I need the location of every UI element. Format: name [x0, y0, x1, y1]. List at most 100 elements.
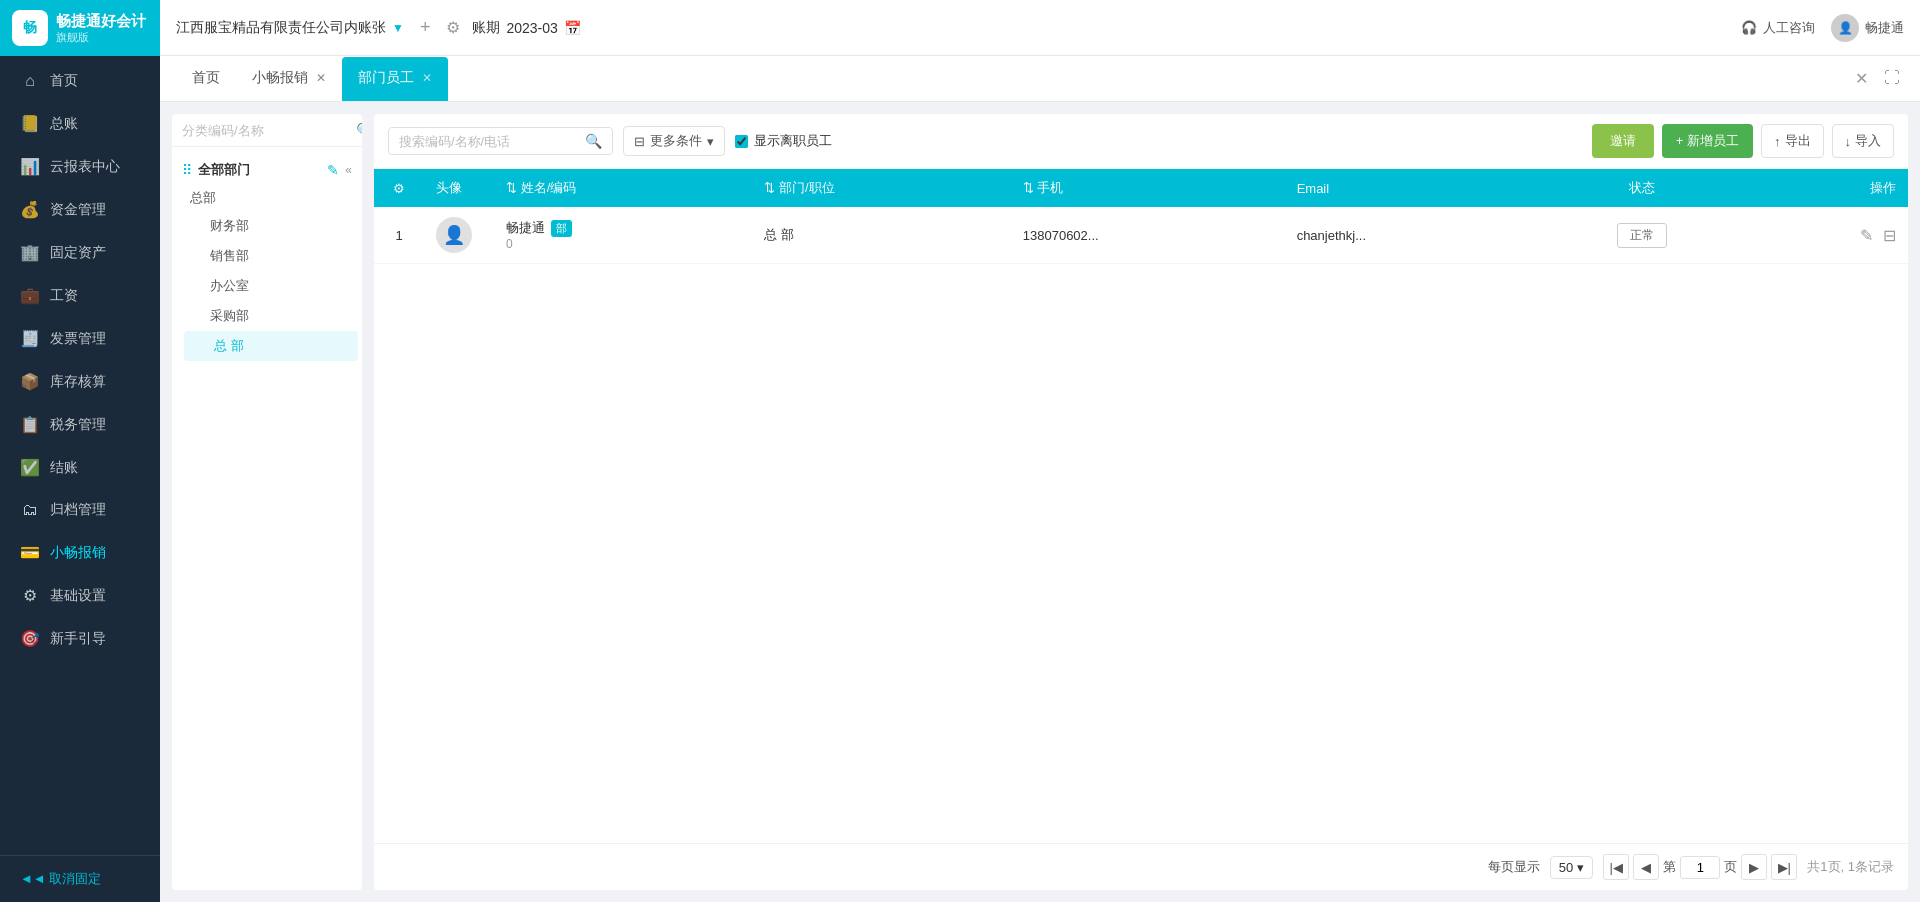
- tab-expense-close[interactable]: ✕: [316, 71, 326, 85]
- sidebar-item-label: 小畅报销: [50, 544, 106, 562]
- sidebar-pin-toggle[interactable]: ◄◄ 取消固定: [0, 855, 160, 902]
- period-info: 账期 2023-03 📅: [472, 19, 580, 37]
- dept-child-office[interactable]: 办公室: [180, 271, 362, 301]
- calendar-icon[interactable]: 📅: [564, 20, 581, 36]
- dept-edit-icon[interactable]: ✎: [327, 162, 339, 178]
- sidebar-item-label: 库存核算: [50, 373, 106, 391]
- page-next-button[interactable]: ▶: [1741, 854, 1767, 880]
- sidebar-item-funds[interactable]: 💰 资金管理: [0, 188, 160, 231]
- home-icon: ⌂: [20, 72, 40, 90]
- sidebar-item-label: 归档管理: [50, 501, 106, 519]
- period-label: 账期: [472, 19, 500, 37]
- sidebar-item-checkout[interactable]: ✅ 结账: [0, 446, 160, 489]
- tab-dept-emp-close[interactable]: ✕: [422, 71, 432, 85]
- main-area: 江西服宝精品有限责任公司内账张 ▼ + ⚙ 账期 2023-03 📅 🎧 人工咨…: [160, 0, 1920, 902]
- settings-button[interactable]: ⚙: [446, 18, 460, 37]
- page-prev-button[interactable]: ◀: [1633, 854, 1659, 880]
- emp-toolbar-right: 邀请 + 新增员工 ↑ 导出 ↓ 导入: [1592, 124, 1894, 158]
- dept-child-label: 采购部: [210, 308, 249, 323]
- dept-child-purchase[interactable]: 采购部: [180, 301, 362, 331]
- checkout-icon: ✅: [20, 458, 40, 477]
- headset-icon: 🎧: [1741, 20, 1757, 35]
- sidebar-item-label: 结账: [50, 459, 78, 477]
- dept-search-icon[interactable]: 🔍: [356, 122, 362, 138]
- avatar: 👤: [1831, 14, 1859, 42]
- sidebar-item-archive[interactable]: 🗂 归档管理: [0, 489, 160, 531]
- col-settings[interactable]: ⚙: [374, 169, 424, 207]
- logo-name: 畅捷通好会计: [56, 12, 146, 30]
- sidebar-item-label: 税务管理: [50, 416, 106, 434]
- status-badge: 正常: [1617, 223, 1667, 248]
- sidebar-item-home[interactable]: ⌂ 首页: [0, 60, 160, 102]
- dept-child-finance[interactable]: 财务部: [180, 211, 362, 241]
- dept-root-total[interactable]: 总部: [180, 185, 362, 211]
- ledger-icon: 📒: [20, 114, 40, 133]
- all-dept-header[interactable]: ⠿ 全部部门 ✎ «: [172, 155, 362, 185]
- avatar: 👤: [436, 217, 472, 253]
- sidebar-item-basic[interactable]: ⚙ 基础设置: [0, 574, 160, 617]
- sidebar-item-tax[interactable]: 📋 税务管理: [0, 403, 160, 446]
- expense-icon: 💳: [20, 543, 40, 562]
- sidebar-item-invoice[interactable]: 🧾 发票管理: [0, 317, 160, 360]
- export-button[interactable]: ↑ 导出: [1761, 124, 1824, 158]
- dept-root-label: 总部: [190, 190, 216, 205]
- col-dept[interactable]: ⇅ 部门/职位: [752, 169, 1010, 207]
- page-last-button[interactable]: ▶|: [1771, 854, 1797, 880]
- col-name[interactable]: ⇅ 姓名/编码: [494, 169, 752, 207]
- dept-child-general[interactable]: 总 部: [184, 331, 358, 361]
- user-menu[interactable]: 👤 畅捷通: [1831, 14, 1904, 42]
- period-value: 2023-03: [506, 20, 557, 36]
- dept-child-label: 销售部: [210, 248, 249, 263]
- sidebar-item-guide[interactable]: 🎯 新手引导: [0, 617, 160, 660]
- import-button[interactable]: ↓ 导入: [1832, 124, 1895, 158]
- topbar-right: 🎧 人工咨询 👤 畅捷通: [1741, 14, 1904, 42]
- emp-badge: 部: [551, 220, 572, 237]
- support-label: 人工咨询: [1763, 19, 1815, 37]
- show-resigned-checkbox[interactable]: [735, 135, 748, 148]
- sidebar-item-expense[interactable]: 💳 小畅报销: [0, 531, 160, 574]
- sidebar-item-inventory[interactable]: 📦 库存核算: [0, 360, 160, 403]
- add-employee-button[interactable]: + 新增员工: [1662, 124, 1753, 158]
- basic-icon: ⚙: [20, 586, 40, 605]
- page-input[interactable]: [1680, 856, 1720, 879]
- company-name[interactable]: 江西服宝精品有限责任公司内账张 ▼: [176, 19, 404, 37]
- sidebar-item-reports[interactable]: 📊 云报表中心: [0, 145, 160, 188]
- emp-edit-button[interactable]: ✎: [1860, 226, 1873, 245]
- sidebar-item-label: 云报表中心: [50, 158, 120, 176]
- emp-filter-button[interactable]: ⊟ 更多条件 ▾: [623, 126, 725, 156]
- sidebar-item-assets[interactable]: 🏢 固定资产: [0, 231, 160, 274]
- tab-expense[interactable]: 小畅报销 ✕: [236, 57, 342, 101]
- emp-search-input[interactable]: [399, 134, 579, 149]
- sidebar-item-salary[interactable]: 💼 工资: [0, 274, 160, 317]
- sidebar-item-label: 固定资产: [50, 244, 106, 262]
- show-resigned-toggle[interactable]: 显示离职员工: [735, 132, 832, 150]
- tab-expand-button[interactable]: ⛶: [1880, 65, 1904, 92]
- emp-search-icon[interactable]: 🔍: [585, 133, 602, 149]
- page-first-button[interactable]: |◀: [1603, 854, 1629, 880]
- dept-collapse-icon[interactable]: «: [345, 163, 352, 177]
- add-company-button[interactable]: +: [420, 17, 431, 38]
- company-dropdown-icon[interactable]: ▼: [392, 21, 404, 35]
- sidebar-item-ledger[interactable]: 📒 总账: [0, 102, 160, 145]
- tab-close-all-button[interactable]: ✕: [1851, 65, 1872, 92]
- page-suffix-label: 页: [1724, 858, 1737, 876]
- support-button[interactable]: 🎧 人工咨询: [1741, 19, 1815, 37]
- table-header-row: ⚙ 头像 ⇅ 姓名/编码 ⇅ 部门/职位 ⇅: [374, 169, 1908, 207]
- guide-icon: 🎯: [20, 629, 40, 648]
- col-actions: 操作: [1743, 169, 1908, 207]
- col-status: 状态: [1541, 169, 1744, 207]
- page-size-selector[interactable]: 50 ▾: [1550, 856, 1593, 879]
- dept-child-sales[interactable]: 销售部: [180, 241, 362, 271]
- emp-more-button[interactable]: ⊟: [1883, 226, 1896, 245]
- page-total-label: 共1页, 1条记录: [1807, 858, 1894, 876]
- col-phone[interactable]: ⇅ 手机: [1011, 169, 1285, 207]
- page-navigation: |◀ ◀ 第 页 ▶ ▶|: [1603, 854, 1797, 880]
- tabbar: 首页 小畅报销 ✕ 部门员工 ✕ ✕ ⛶: [160, 56, 1920, 102]
- sidebar-item-label: 资金管理: [50, 201, 106, 219]
- tab-dept-emp[interactable]: 部门员工 ✕: [342, 57, 448, 101]
- tab-home[interactable]: 首页: [176, 57, 236, 101]
- invite-button[interactable]: 邀请: [1592, 124, 1654, 158]
- dept-search-input[interactable]: [182, 123, 350, 138]
- sidebar: 畅 畅捷通好会计 旗舰版 ⌂ 首页 📒 总账 📊 云报表中心 💰 资金管理 🏢 …: [0, 0, 160, 902]
- sidebar-item-label: 工资: [50, 287, 78, 305]
